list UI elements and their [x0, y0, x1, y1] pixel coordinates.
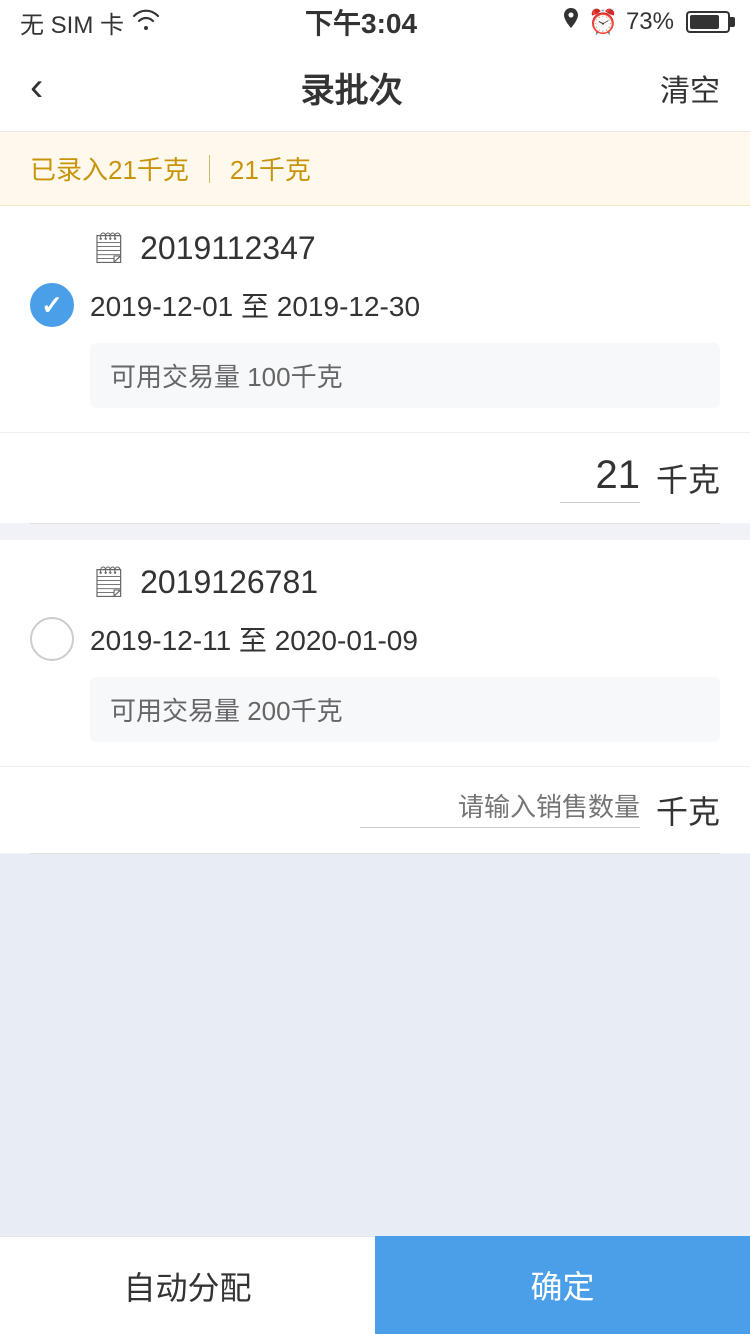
location-icon	[562, 8, 580, 37]
quantity-wrapper-1	[560, 453, 640, 503]
section-separator-1	[0, 524, 750, 540]
auto-distribute-label: 自动分配	[123, 1263, 251, 1309]
batch-doc-icon-2: 🗒	[90, 565, 128, 600]
batch-card-1: 🗒 2019112347 2019-12-01 至 2019-12-30 可用交…	[0, 206, 750, 523]
nav-bar: ‹ 录批次 清空	[0, 44, 750, 132]
batch-date-1: 2019-12-01 至 2019-12-30	[90, 285, 420, 325]
quantity-wrapper-2	[360, 792, 640, 828]
quantity-row-2: 千克	[0, 766, 750, 853]
status-bar-right: ⏰ 73%	[562, 8, 730, 37]
confirm-button[interactable]: 确定	[375, 1236, 750, 1334]
back-button[interactable]: ‹	[30, 65, 43, 110]
clear-button[interactable]: 清空	[660, 66, 720, 110]
quantity-row-1: 千克	[0, 432, 750, 523]
batch-avail-label-2: 可用交易量 200千克	[110, 696, 343, 726]
batch-card-2: 🗒 2019126781 2019-12-11 至 2020-01-09 可用交…	[0, 540, 750, 853]
page-title: 录批次	[301, 63, 403, 112]
total-info: 21千克	[230, 150, 311, 187]
batch-date-2: 2019-12-11 至 2020-01-09	[90, 619, 418, 659]
battery-percent: 73%	[626, 8, 674, 36]
quantity-input-line-2	[360, 792, 640, 823]
batch-avail-1: 可用交易量 100千克	[90, 343, 720, 408]
quantity-input-2[interactable]	[360, 792, 640, 823]
status-bar-left: 无 SIM 卡	[20, 5, 160, 40]
sim-status: 无 SIM 卡	[20, 5, 124, 40]
batch-id-row-1: 🗒 2019112347	[30, 230, 720, 267]
batch-radio-2[interactable]	[30, 617, 74, 661]
batch-id-1: 2019112347	[140, 230, 316, 267]
batch-date-row-1[interactable]: 2019-12-01 至 2019-12-30	[30, 283, 720, 327]
battery-icon	[686, 11, 730, 33]
batch-id-row-2: 🗒 2019126781	[30, 564, 720, 601]
batch-id-2: 2019126781	[140, 564, 318, 601]
recorded-info: 已录入21千克	[30, 150, 189, 187]
wifi-icon	[132, 8, 160, 37]
batch-doc-icon-1: 🗒	[90, 231, 128, 266]
bottom-area	[0, 854, 750, 1274]
status-bar: 无 SIM 卡 下午3:04 ⏰ 73%	[0, 0, 750, 44]
info-banner: 已录入21千克 21千克	[0, 132, 750, 206]
quantity-unit-2: 千克	[656, 787, 720, 833]
batch-radio-1[interactable]	[30, 283, 74, 327]
batch-item-2: 🗒 2019126781 2019-12-11 至 2020-01-09 可用交…	[0, 540, 750, 766]
alarm-icon: ⏰	[588, 8, 618, 37]
status-bar-time: 下午3:04	[305, 2, 417, 42]
batch-avail-label-1: 可用交易量 100千克	[110, 362, 343, 392]
auto-distribute-button[interactable]: 自动分配	[0, 1236, 375, 1334]
confirm-label: 确定	[530, 1262, 594, 1308]
batch-date-row-2[interactable]: 2019-12-11 至 2020-01-09	[30, 617, 720, 661]
batch-avail-2: 可用交易量 200千克	[90, 677, 720, 742]
batch-item-1: 🗒 2019112347 2019-12-01 至 2019-12-30 可用交…	[0, 206, 750, 432]
info-banner-divider	[209, 155, 210, 183]
bottom-bar: 自动分配 确定	[0, 1236, 750, 1334]
quantity-input-1[interactable]	[560, 453, 640, 498]
quantity-unit-1: 千克	[656, 455, 720, 501]
quantity-input-line-1	[560, 453, 640, 498]
